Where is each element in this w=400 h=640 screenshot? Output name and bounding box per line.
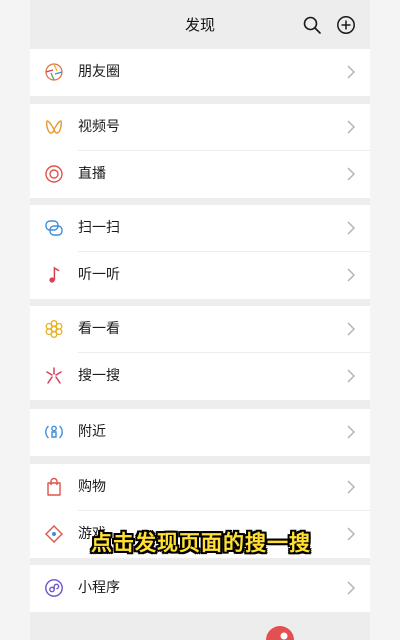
chevron-right-icon: [347, 120, 356, 134]
bottom-area: [30, 612, 370, 640]
music-icon: [49, 266, 60, 283]
nearby-icon: [45, 425, 63, 439]
channels-icon: [46, 120, 62, 134]
top-stories-icon: [45, 320, 63, 338]
chevron-right-icon: [347, 527, 356, 541]
page-title: 发现: [184, 15, 215, 34]
menu-item-label: 听一听: [78, 267, 120, 283]
menu-item-shopping[interactable]: 购物: [30, 464, 370, 511]
chevron-right-icon: [347, 65, 356, 79]
menu-item-label: 附近: [78, 424, 106, 440]
search-icon[interactable]: [302, 15, 322, 35]
menu-item-label: 朋友圈: [78, 64, 120, 80]
menu-item-moments[interactable]: 朋友圈: [30, 49, 370, 96]
sticker-icon: [266, 626, 294, 640]
menu-item-channels[interactable]: 视频号: [30, 104, 370, 151]
shopping-icon: [47, 477, 61, 496]
chevron-right-icon: [347, 581, 356, 595]
menu-item-label: 购物: [78, 479, 106, 495]
video-caption-overlay: 点击发现页面的搜一搜: [91, 531, 311, 555]
menu-item-nearby[interactable]: 附近: [30, 409, 370, 456]
group-moments: 朋友圈: [30, 49, 370, 96]
chevron-right-icon: [347, 167, 356, 181]
menu-item-label: 直播: [78, 166, 106, 182]
group-top-stories: 看一看 搜一搜: [30, 306, 370, 400]
menu-item-label: 搜一搜: [78, 368, 120, 384]
menu-item-label: 小程序: [78, 580, 120, 596]
menu-item-label: 扫一扫: [78, 220, 120, 236]
menu-item-live[interactable]: 直播: [30, 151, 370, 198]
group-scan: 扫一扫 听一听: [30, 205, 370, 299]
group-mini-programs: 小程序: [30, 565, 370, 612]
menu-item-scan[interactable]: 扫一扫: [30, 205, 370, 252]
moments-icon: [45, 63, 63, 81]
group-channels: 视频号 直播: [30, 104, 370, 198]
menu-item-listen[interactable]: 听一听: [30, 252, 370, 299]
background-left: [0, 0, 30, 640]
live-icon: [45, 165, 63, 183]
chevron-right-icon: [347, 221, 356, 235]
chevron-right-icon: [347, 480, 356, 494]
background-right: [370, 0, 400, 640]
chevron-right-icon: [347, 369, 356, 383]
top-bar: 发现: [30, 0, 370, 48]
menu-item-label: 看一看: [78, 321, 120, 337]
menu-item-top-stories[interactable]: 看一看: [30, 306, 370, 353]
menu-item-search[interactable]: 搜一搜: [30, 353, 370, 400]
chevron-right-icon: [347, 322, 356, 336]
mini-programs-icon: [45, 579, 63, 597]
menu-item-label: 视频号: [78, 119, 120, 135]
chevron-right-icon: [347, 425, 356, 439]
add-circle-icon[interactable]: [336, 15, 356, 35]
menu-item-mini-programs[interactable]: 小程序: [30, 565, 370, 612]
scan-icon: [45, 220, 63, 236]
search-sparkle-icon: [46, 367, 62, 384]
group-nearby: 附近: [30, 409, 370, 456]
chevron-right-icon: [347, 268, 356, 282]
